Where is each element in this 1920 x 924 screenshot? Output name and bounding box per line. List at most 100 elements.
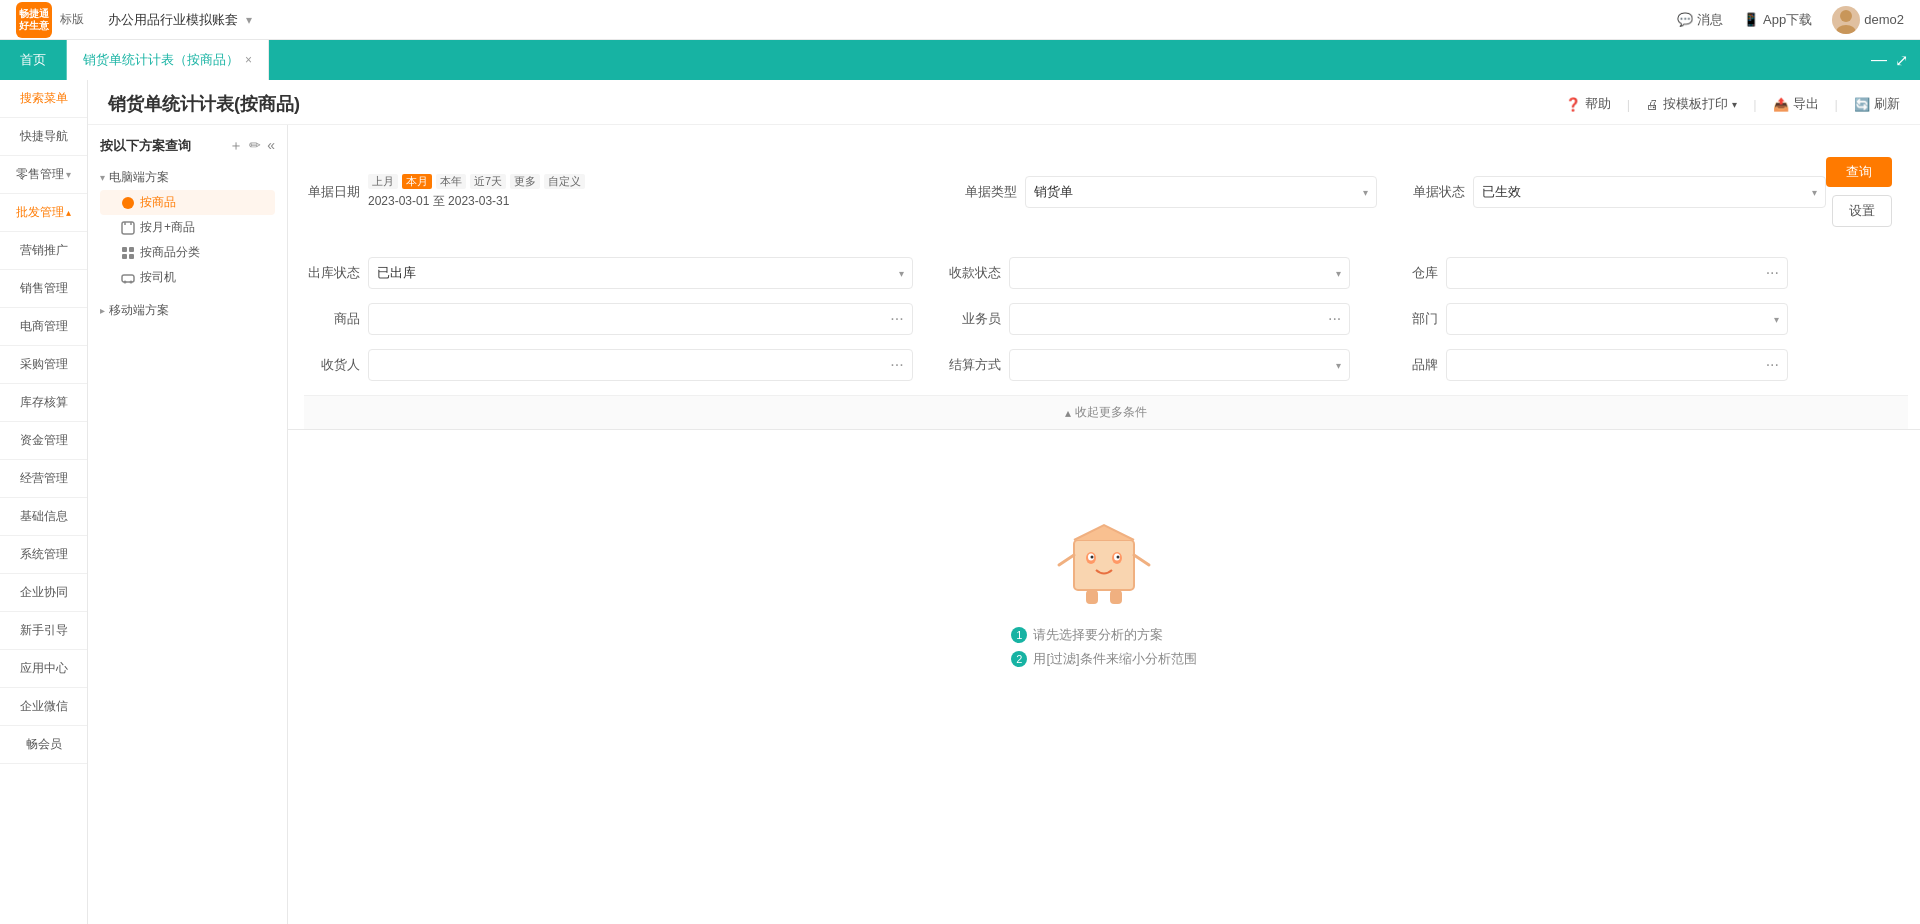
- industry-dropdown-icon[interactable]: ▾: [246, 13, 252, 27]
- recipient-dots-icon[interactable]: ···: [890, 356, 903, 374]
- content-area: 销货单统计计表(按商品) ❓ 帮助 | 🖨 按模板打印 ▾ | 📤: [88, 80, 1920, 924]
- goods-input[interactable]: ···: [368, 303, 913, 335]
- sidebar-item-wholesale[interactable]: 批发管理 ▴: [0, 194, 87, 232]
- scheme-by-month-goods[interactable]: 按月+商品: [100, 215, 275, 240]
- goods-scheme-icon: [120, 195, 136, 211]
- refresh-button[interactable]: 🔄 刷新: [1854, 95, 1900, 113]
- doc-status-label: 单据状态: [1409, 183, 1465, 201]
- tab-active[interactable]: 销货单统计计表（按商品） ×: [67, 40, 269, 80]
- scheme-by-goods[interactable]: 按商品: [100, 190, 275, 215]
- sidebar-item-ecommerce[interactable]: 电商管理: [0, 308, 87, 346]
- export-button[interactable]: 📤 导出: [1773, 95, 1819, 113]
- settings-button[interactable]: 设置: [1832, 195, 1892, 227]
- add-scheme-icon[interactable]: ＋: [229, 137, 243, 155]
- salesperson-input[interactable]: ···: [1009, 303, 1351, 335]
- scheme-by-category[interactable]: 按商品分类: [100, 240, 275, 265]
- out-status-input[interactable]: 已出库 ▾: [368, 257, 913, 289]
- doc-type-input[interactable]: 销货单 ▾: [1025, 176, 1378, 208]
- help-button[interactable]: ❓ 帮助: [1565, 95, 1611, 113]
- collapse-sidebar-icon[interactable]: «: [267, 137, 275, 155]
- tab-home[interactable]: 首页: [0, 40, 67, 80]
- date-tab-7days[interactable]: 近7天: [470, 174, 506, 189]
- settlement-input[interactable]: ▾: [1009, 349, 1351, 381]
- sidebar-item-sales[interactable]: 销售管理: [0, 270, 87, 308]
- svg-point-2: [122, 197, 134, 209]
- maximize-icon[interactable]: ⤢: [1895, 51, 1908, 70]
- month-goods-icon: [120, 220, 136, 236]
- action-buttons: 查询 设置: [1826, 141, 1908, 243]
- tab-bar-right: — ⤢: [1871, 51, 1920, 70]
- main-layout: 搜索菜单 快捷导航 零售管理 ▾ 批发管理 ▴ 营销推广 销售管理 电商管理 采…: [0, 80, 1920, 924]
- svg-line-20: [1059, 555, 1074, 565]
- tab-bar: 首页 销货单统计计表（按商品） × — ⤢: [0, 40, 1920, 80]
- warehouse-dots-icon[interactable]: ···: [1766, 264, 1779, 282]
- receipt-status-input[interactable]: ▾: [1009, 257, 1351, 289]
- scheme-by-driver[interactable]: 按司机: [100, 265, 275, 290]
- date-tab-last-month[interactable]: 上月: [368, 174, 398, 189]
- recipient-input[interactable]: ···: [368, 349, 913, 381]
- sidebar-item-marketing[interactable]: 营销推广: [0, 232, 87, 270]
- app-download-button[interactable]: 📱 App下载: [1743, 11, 1812, 29]
- doc-type-cell: 单据类型 销货单 ▾: [961, 176, 1378, 208]
- settlement-cell: 结算方式 ▾: [945, 349, 1351, 381]
- doc-status-cell: 单据状态 已生效 ▾: [1409, 176, 1826, 208]
- date-label: 单据日期: [304, 183, 360, 201]
- logo: 畅捷通好生意: [16, 2, 52, 38]
- tab-close-icon[interactable]: ×: [245, 53, 252, 67]
- sidebar-item-inventory[interactable]: 库存核算: [0, 384, 87, 422]
- date-cell: 单据日期 上月 本月 本年 近7天 更多 自定义: [304, 174, 929, 210]
- salesperson-dots-icon[interactable]: ···: [1328, 310, 1341, 328]
- sidebar-item-purchase[interactable]: 采购管理: [0, 346, 87, 384]
- brand-dots-icon[interactable]: ···: [1766, 356, 1779, 374]
- date-tab-this-month[interactable]: 本月: [402, 174, 432, 189]
- subtitle-label: 标版: [60, 11, 84, 28]
- print-button[interactable]: 🖨 按模板打印 ▾: [1646, 95, 1737, 113]
- warehouse-label: 仓库: [1382, 264, 1438, 282]
- edit-scheme-icon[interactable]: ✏: [249, 137, 261, 155]
- messages-button[interactable]: 💬 消息: [1677, 11, 1723, 29]
- sidebar-item-enterprise[interactable]: 企业协同: [0, 574, 87, 612]
- doc-status-dropdown-icon: ▾: [1812, 187, 1817, 198]
- query-button[interactable]: 查询: [1826, 157, 1892, 187]
- minimize-icon[interactable]: —: [1871, 51, 1887, 69]
- warehouse-cell: 仓库 ···: [1382, 257, 1788, 289]
- top-bar-right: 💬 消息 📱 App下载 demo2: [1677, 6, 1904, 34]
- user-avatar[interactable]: demo2: [1832, 6, 1904, 34]
- dept-input[interactable]: ▾: [1446, 303, 1788, 335]
- svg-rect-23: [1110, 590, 1122, 604]
- date-tab-custom[interactable]: 自定义: [544, 174, 585, 189]
- empty-tip-2: 2 用[过滤]条件来缩小分析范围: [1011, 650, 1196, 668]
- brand-input[interactable]: ···: [1446, 349, 1788, 381]
- sidebar-item-retail[interactable]: 零售管理 ▾: [0, 156, 87, 194]
- sidebar-item-operations[interactable]: 经营管理: [0, 460, 87, 498]
- date-tab-more[interactable]: 更多: [510, 174, 540, 189]
- svg-point-12: [130, 280, 133, 283]
- salesperson-label: 业务员: [945, 310, 1001, 328]
- mobile-section-header[interactable]: ▸ 移动端方案: [100, 298, 275, 323]
- goods-dots-icon[interactable]: ···: [890, 310, 903, 328]
- sidebar-search[interactable]: 搜索菜单: [0, 80, 87, 118]
- message-icon: 💬: [1677, 12, 1693, 27]
- sidebar-quick-nav[interactable]: 快捷导航: [0, 118, 87, 156]
- goods-cell: 商品 ···: [304, 303, 913, 335]
- empty-tips: 1 请先选择要分析的方案 2 用[过滤]条件来缩小分析范围: [1011, 626, 1196, 674]
- sidebar-item-wechat[interactable]: 企业微信: [0, 688, 87, 726]
- sidebar-item-basic[interactable]: 基础信息: [0, 498, 87, 536]
- sidebar-item-appstore[interactable]: 应用中心: [0, 650, 87, 688]
- page-title: 销货单统计计表(按商品): [108, 92, 300, 116]
- goods-label: 商品: [304, 310, 360, 328]
- doc-status-input[interactable]: 已生效 ▾: [1473, 176, 1826, 208]
- doc-type-dropdown-icon: ▾: [1363, 187, 1368, 198]
- date-tab-this-year[interactable]: 本年: [436, 174, 466, 189]
- filter-area: 单据日期 上月 本月 本年 近7天 更多 自定义: [288, 125, 1920, 430]
- sidebar-item-system[interactable]: 系统管理: [0, 536, 87, 574]
- mobile-section: ▸ 移动端方案: [100, 298, 275, 323]
- desktop-section-header[interactable]: ▾ 电脑端方案: [100, 165, 275, 190]
- sidebar-item-finance[interactable]: 资金管理: [0, 422, 87, 460]
- recipient-cell: 收货人 ···: [304, 349, 913, 381]
- salesperson-cell: 业务员 ···: [945, 303, 1351, 335]
- collapse-bar[interactable]: ▴ 收起更多条件: [304, 395, 1908, 429]
- warehouse-input[interactable]: ···: [1446, 257, 1788, 289]
- sidebar-item-guide[interactable]: 新手引导: [0, 612, 87, 650]
- sidebar-item-member[interactable]: 畅会员: [0, 726, 87, 764]
